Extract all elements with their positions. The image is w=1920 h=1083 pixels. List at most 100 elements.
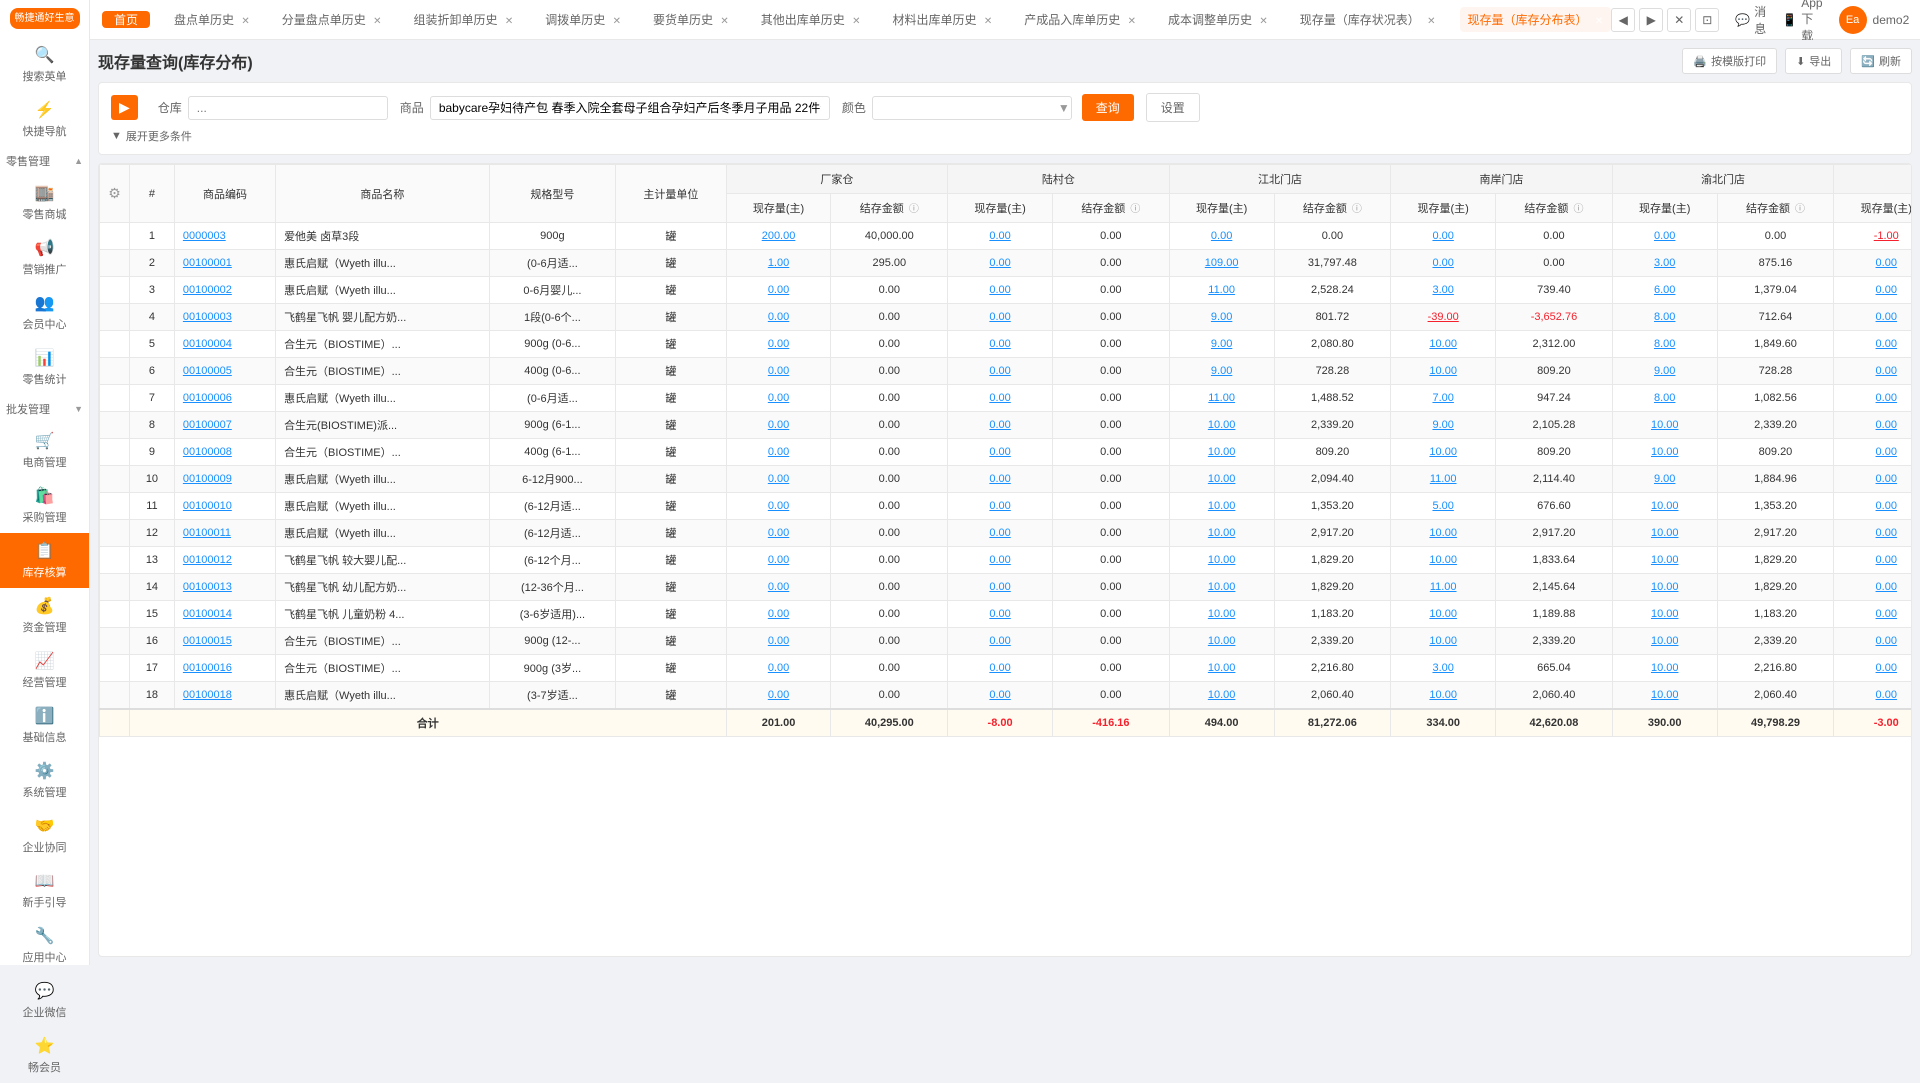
tab-prev-btn[interactable]: ◀ (1611, 8, 1635, 32)
row-yb-stock[interactable]: 10.00 (1612, 628, 1717, 655)
row-na-stock[interactable]: 0.00 (1391, 223, 1496, 250)
row-fac-stock[interactable]: 0.00 (726, 412, 831, 439)
row-total-stock[interactable]: 0.00 (1834, 520, 1911, 547)
row-fac-stock[interactable]: 0.00 (726, 331, 831, 358)
row-fac-stock[interactable]: 0.00 (726, 466, 831, 493)
row-jb-stock[interactable]: 10.00 (1169, 601, 1274, 628)
color-dropdown-icon[interactable]: ▼ (1058, 101, 1070, 115)
nav-material-out[interactable]: 材料出库单历史 ✕ (885, 7, 1001, 32)
row-goods-code[interactable]: 00100013 (174, 574, 275, 601)
sidebar-item-finance[interactable]: 💰 资金管理 (0, 588, 89, 643)
nav-home[interactable]: 首页 (102, 11, 150, 28)
row-total-stock[interactable]: 0.00 (1834, 547, 1911, 574)
row-jb-stock[interactable]: 10.00 (1169, 520, 1274, 547)
row-jb-stock[interactable]: 9.00 (1169, 304, 1274, 331)
row-fac-stock[interactable]: 0.00 (726, 385, 831, 412)
print-btn[interactable]: 🖨️ 按模版打印 (1682, 48, 1777, 74)
row-luo-stock[interactable]: 0.00 (948, 412, 1053, 439)
refresh-btn[interactable]: 🔄 刷新 (1850, 48, 1912, 74)
row-na-stock[interactable]: 10.00 (1391, 520, 1496, 547)
row-total-stock[interactable]: 0.00 (1834, 385, 1911, 412)
row-yb-stock[interactable]: 10.00 (1612, 547, 1717, 574)
row-goods-code[interactable]: 00100005 (174, 358, 275, 385)
row-total-stock[interactable]: 0.00 (1834, 493, 1911, 520)
row-fac-stock[interactable]: 0.00 (726, 358, 831, 385)
row-yb-stock[interactable]: 10.00 (1612, 682, 1717, 710)
row-yb-stock[interactable]: 6.00 (1612, 277, 1717, 304)
row-goods-code[interactable]: 00100003 (174, 304, 275, 331)
row-goods-code[interactable]: 00100015 (174, 628, 275, 655)
row-yb-stock[interactable]: 10.00 (1612, 574, 1717, 601)
row-goods-code[interactable]: 00100006 (174, 385, 275, 412)
close-icon[interactable]: ✕ (720, 16, 728, 27)
row-total-stock[interactable]: 0.00 (1834, 466, 1911, 493)
row-yb-stock[interactable]: 8.00 (1612, 331, 1717, 358)
row-luo-stock[interactable]: 0.00 (948, 628, 1053, 655)
row-total-stock[interactable]: 0.00 (1834, 601, 1911, 628)
row-fac-stock[interactable]: 0.00 (726, 574, 831, 601)
close-icon[interactable]: ✕ (373, 16, 381, 27)
row-total-stock[interactable]: 0.00 (1834, 574, 1911, 601)
row-total-stock[interactable]: 0.00 (1834, 412, 1911, 439)
row-goods-code[interactable]: 00100016 (174, 655, 275, 682)
row-jb-stock[interactable]: 10.00 (1169, 547, 1274, 574)
row-total-stock[interactable]: 0.00 (1834, 682, 1911, 710)
close-icon[interactable]: ✕ (505, 16, 513, 27)
row-yb-stock[interactable]: 0.00 (1612, 223, 1717, 250)
row-total-stock[interactable]: 0.00 (1834, 655, 1911, 682)
row-na-stock[interactable]: 10.00 (1391, 439, 1496, 466)
sidebar-item-member[interactable]: 👥 会员中心 (0, 285, 89, 340)
row-na-stock[interactable]: 10.00 (1391, 547, 1496, 574)
row-jb-stock[interactable]: 11.00 (1169, 385, 1274, 412)
row-luo-stock[interactable]: 0.00 (948, 223, 1053, 250)
row-goods-code[interactable]: 0000003 (174, 223, 275, 250)
user-info[interactable]: Ea demo2 (1839, 6, 1910, 34)
row-na-stock[interactable]: -39.00 (1391, 304, 1496, 331)
row-goods-code[interactable]: 00100010 (174, 493, 275, 520)
row-luo-stock[interactable]: 0.00 (948, 304, 1053, 331)
row-fac-stock[interactable]: 0.00 (726, 655, 831, 682)
row-na-stock[interactable]: 5.00 (1391, 493, 1496, 520)
row-goods-code[interactable]: 00100002 (174, 277, 275, 304)
row-na-stock[interactable]: 10.00 (1391, 682, 1496, 710)
sidebar-item-system[interactable]: ⚙️ 系统管理 (0, 753, 89, 808)
nav-requisition[interactable]: 要货单历史 ✕ (645, 7, 737, 32)
close-icon[interactable]: ✕ (852, 16, 860, 27)
message-btn[interactable]: 💬 消息 (1735, 3, 1766, 37)
row-total-stock[interactable]: 0.00 (1834, 439, 1911, 466)
row-goods-code[interactable]: 00100001 (174, 250, 275, 277)
row-yb-stock[interactable]: 8.00 (1612, 304, 1717, 331)
sidebar-item-enterprise[interactable]: 🤝 企业协同 (0, 808, 89, 863)
nav-current-stock[interactable]: 现存量（库存状况表） ✕ (1292, 7, 1444, 32)
row-jb-stock[interactable]: 10.00 (1169, 493, 1274, 520)
row-fac-stock[interactable]: 0.00 (726, 277, 831, 304)
row-luo-stock[interactable]: 0.00 (948, 574, 1053, 601)
settings-button[interactable]: 设置 (1146, 93, 1200, 122)
export-btn[interactable]: ⬇ 导出 (1785, 48, 1842, 74)
row-luo-stock[interactable]: 0.00 (948, 385, 1053, 412)
row-fac-stock[interactable]: 200.00 (726, 223, 831, 250)
row-yb-stock[interactable]: 9.00 (1612, 466, 1717, 493)
row-goods-code[interactable]: 00100008 (174, 439, 275, 466)
row-yb-stock[interactable]: 10.00 (1612, 439, 1717, 466)
sidebar-item-ecommerce[interactable]: 🛒 电商管理 (0, 423, 89, 478)
row-luo-stock[interactable]: 0.00 (948, 547, 1053, 574)
sidebar-item-quick-nav[interactable]: ⚡ 快捷导航 (0, 92, 89, 147)
color-input[interactable] (872, 96, 1072, 120)
row-jb-stock[interactable]: 109.00 (1169, 250, 1274, 277)
row-yb-stock[interactable]: 3.00 (1612, 250, 1717, 277)
row-luo-stock[interactable]: 0.00 (948, 439, 1053, 466)
row-yb-stock[interactable]: 10.00 (1612, 601, 1717, 628)
row-jb-stock[interactable]: 10.00 (1169, 439, 1274, 466)
expand-conditions-btn[interactable]: ▼ 展开更多条件 (111, 128, 1899, 144)
row-jb-stock[interactable]: 9.00 (1169, 358, 1274, 385)
info-icon[interactable]: ⓘ (1573, 204, 1583, 215)
row-jb-stock[interactable]: 11.00 (1169, 277, 1274, 304)
row-fac-stock[interactable]: 1.00 (726, 250, 831, 277)
row-na-stock[interactable]: 0.00 (1391, 250, 1496, 277)
row-fac-stock[interactable]: 0.00 (726, 493, 831, 520)
close-icon[interactable]: ✕ (1128, 16, 1136, 27)
table-scroll[interactable]: ⚙ # 商品编码 商品名称 规格型号 主计量单位 厂家仓 陆村仓 江北门店 南岸… (99, 164, 1911, 956)
row-jb-stock[interactable]: 10.00 (1169, 466, 1274, 493)
row-total-stock[interactable]: -1.00 (1834, 223, 1911, 250)
